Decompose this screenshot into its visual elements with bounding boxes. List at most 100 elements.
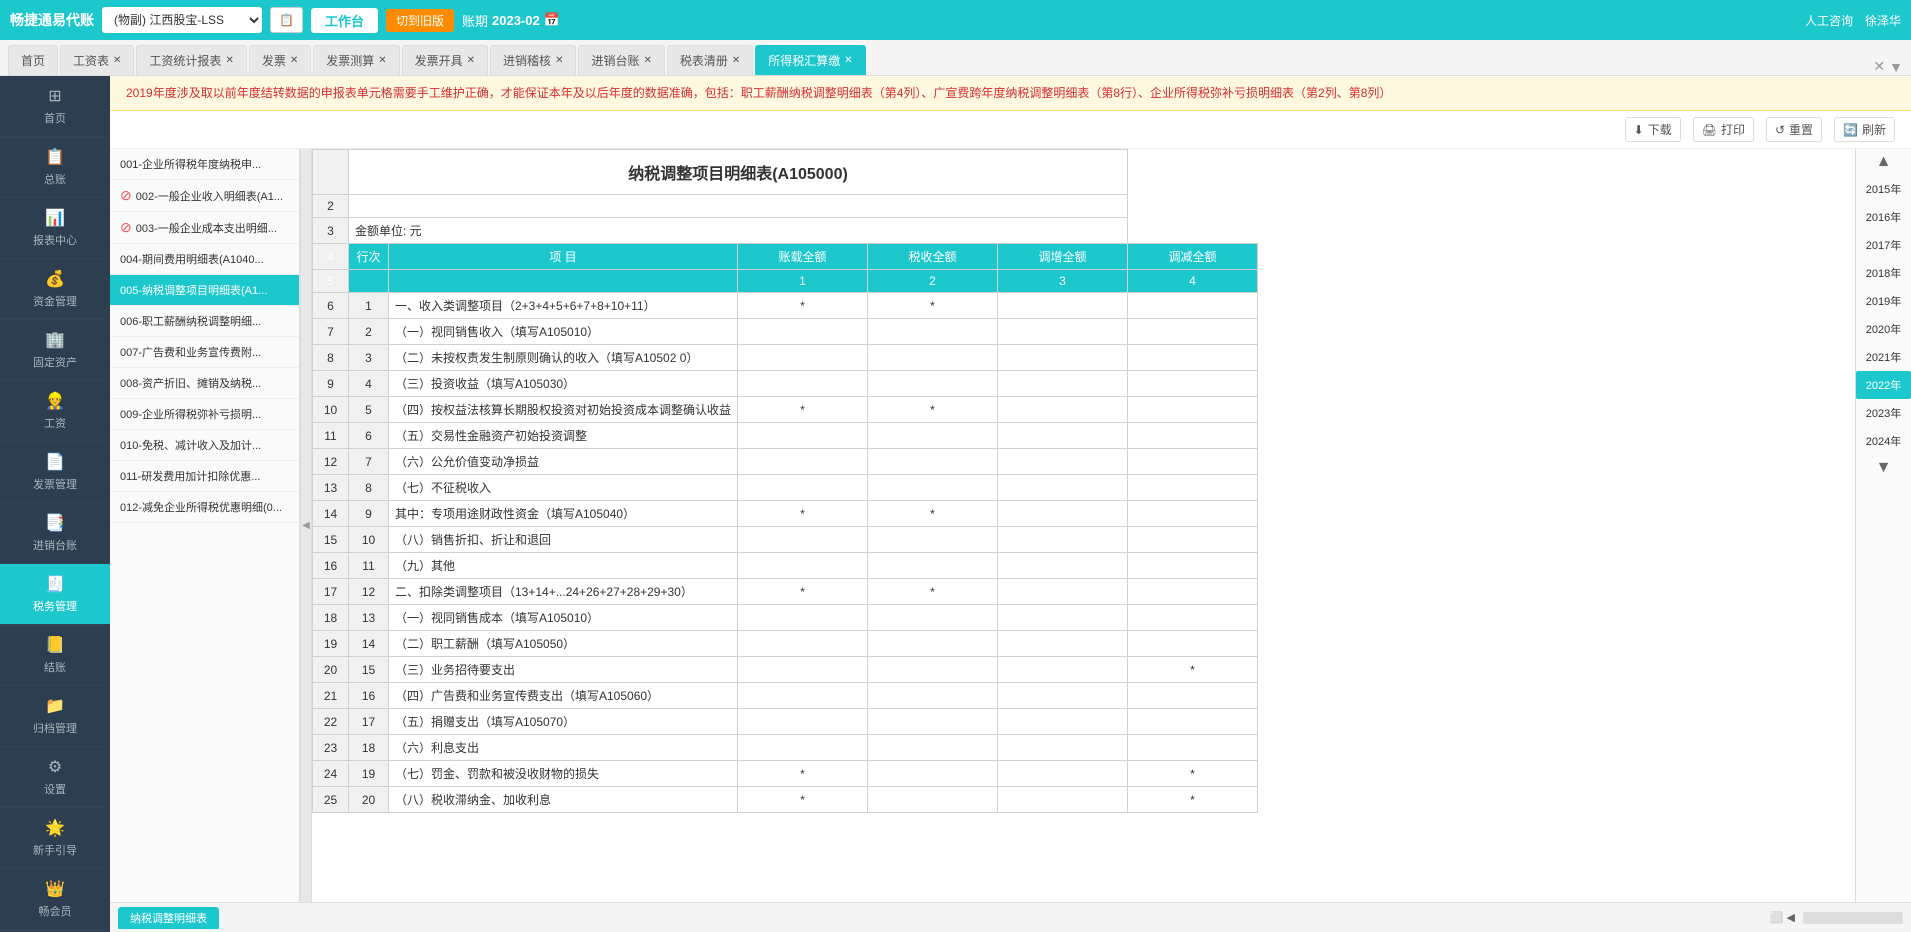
col-c-2[interactable] (738, 319, 868, 345)
col-e-17[interactable] (998, 709, 1128, 735)
sidebar-item-sales-ledger[interactable]: 📑 进销台账 (0, 503, 110, 564)
workbench-btn[interactable]: 工作台 (311, 8, 378, 33)
year-item-2016[interactable]: 2016年 (1856, 203, 1911, 231)
col-c-6[interactable] (738, 423, 868, 449)
year-item-2023[interactable]: 2023年 (1856, 399, 1911, 427)
sidebar-item-settings[interactable]: ⚙ 设置 (0, 747, 110, 808)
col-d-9[interactable]: * (868, 501, 998, 527)
col-d-3[interactable] (868, 345, 998, 371)
year-item-2018[interactable]: 2018年 (1856, 259, 1911, 287)
tab-invoice-open[interactable]: 发票开具 ✕ (402, 45, 488, 75)
col-c-3[interactable] (738, 345, 868, 371)
tab-close-all[interactable]: ✕ (1873, 58, 1885, 75)
col-d-5[interactable]: * (868, 397, 998, 423)
col-c-17[interactable] (738, 709, 868, 735)
col-f-1[interactable] (1128, 293, 1258, 319)
tab-close-payroll-stat[interactable]: ✕ (225, 55, 233, 66)
year-item-2017[interactable]: 2017年 (1856, 231, 1911, 259)
col-e-8[interactable] (998, 475, 1128, 501)
col-c-10[interactable] (738, 527, 868, 553)
col-f-2[interactable] (1128, 319, 1258, 345)
col-c-15[interactable] (738, 657, 868, 683)
year-item-2021[interactable]: 2021年 (1856, 343, 1911, 371)
col-f-3[interactable] (1128, 345, 1258, 371)
reset-btn[interactable]: ↺ 重置 (1766, 117, 1822, 142)
col-d-6[interactable] (868, 423, 998, 449)
tab-close-tax-list[interactable]: ✕ (732, 55, 740, 66)
col-f-11[interactable] (1128, 553, 1258, 579)
col-d-4[interactable] (868, 371, 998, 397)
refresh-btn[interactable]: 🔄 刷新 (1834, 117, 1895, 142)
collapse-panel-btn[interactable]: ◀ (300, 149, 312, 902)
sidebar-item-payroll[interactable]: 👷 工资 (0, 381, 110, 442)
col-d-10[interactable] (868, 527, 998, 553)
col-f-19[interactable]: * (1128, 761, 1258, 787)
tab-close-invoice[interactable]: ✕ (290, 55, 298, 66)
col-e-12[interactable] (998, 579, 1128, 605)
form-list-item-004[interactable]: 004-期间费用明细表(A1040... (110, 244, 299, 275)
col-f-10[interactable] (1128, 527, 1258, 553)
col-d-18[interactable] (868, 735, 998, 761)
col-e-2[interactable] (998, 319, 1128, 345)
form-list-item-001[interactable]: 001-企业所得税年度纳税申... (110, 149, 299, 180)
col-e-3[interactable] (998, 345, 1128, 371)
bottom-tab-main[interactable]: 纳税调整明细表 (118, 907, 219, 929)
form-list-item-008[interactable]: 008-资产折旧、摊销及纳税... (110, 368, 299, 399)
col-d-14[interactable] (868, 631, 998, 657)
col-e-16[interactable] (998, 683, 1128, 709)
scroll-handle[interactable] (1803, 912, 1903, 924)
sidebar-item-fund[interactable]: 💰 资金管理 (0, 259, 110, 320)
year-item-2024[interactable]: 2024年 (1856, 427, 1911, 455)
spreadsheet-container[interactable]: 纳税调整项目明细表(A105000) 2 3 金额单位: 元 4 (312, 149, 1855, 902)
col-c-13[interactable] (738, 605, 868, 631)
sidebar-item-home[interactable]: ⊞ 首页 (0, 76, 110, 137)
col-c-8[interactable] (738, 475, 868, 501)
col-e-10[interactable] (998, 527, 1128, 553)
col-f-20[interactable]: * (1128, 787, 1258, 813)
year-item-2022[interactable]: 2022年 (1856, 371, 1911, 399)
sidebar-item-invoice-mgr[interactable]: 📄 发票管理 (0, 442, 110, 503)
col-f-9[interactable] (1128, 501, 1258, 527)
col-f-14[interactable] (1128, 631, 1258, 657)
download-btn[interactable]: ⬇ 下载 (1625, 117, 1681, 142)
col-c-7[interactable] (738, 449, 868, 475)
col-c-14[interactable] (738, 631, 868, 657)
col-d-16[interactable] (868, 683, 998, 709)
sidebar-item-report[interactable]: 📊 报表中心 (0, 198, 110, 259)
col-e-6[interactable] (998, 423, 1128, 449)
tab-verify[interactable]: 进销稽核 ✕ (490, 45, 576, 75)
col-e-11[interactable] (998, 553, 1128, 579)
form-list-item-005[interactable]: 005-纳税调整项目明细表(A1... (110, 275, 299, 306)
form-list-item-009[interactable]: 009-企业所得税弥补亏损明... (110, 399, 299, 430)
sidebar-item-tax[interactable]: 🧾 税务管理 (0, 564, 110, 625)
col-c-9[interactable]: * (738, 501, 868, 527)
col-d-2[interactable] (868, 319, 998, 345)
tab-ledger[interactable]: 进销台账 ✕ (578, 45, 664, 75)
tab-close-invoice-open[interactable]: ✕ (467, 55, 475, 66)
col-c-4[interactable] (738, 371, 868, 397)
col-e-4[interactable] (998, 371, 1128, 397)
col-e-18[interactable] (998, 735, 1128, 761)
tab-home[interactable]: 首页 (8, 45, 58, 75)
form-list-item-006[interactable]: 006-职工薪酬纳税调整明细... (110, 306, 299, 337)
sidebar-item-guide[interactable]: 🌟 新手引导 (0, 808, 110, 869)
tab-payroll[interactable]: 工资表 ✕ (60, 45, 134, 75)
col-f-18[interactable] (1128, 735, 1258, 761)
col-c-20[interactable]: * (738, 787, 868, 813)
col-d-20[interactable] (868, 787, 998, 813)
col-c-11[interactable] (738, 553, 868, 579)
tab-close-payroll[interactable]: ✕ (113, 55, 121, 66)
col-d-13[interactable] (868, 605, 998, 631)
year-item-2020[interactable]: 2020年 (1856, 315, 1911, 343)
tab-close-ledger[interactable]: ✕ (643, 55, 651, 66)
col-f-7[interactable] (1128, 449, 1258, 475)
form-list-item-010[interactable]: 010-免税、减计收入及加计... (110, 430, 299, 461)
tab-payroll-stat[interactable]: 工资统计报表 ✕ (136, 45, 246, 75)
col-d-19[interactable] (868, 761, 998, 787)
tab-invoice[interactable]: 发票 ✕ (249, 45, 311, 75)
col-f-17[interactable] (1128, 709, 1258, 735)
sidebar-item-vip[interactable]: 👑 畅会员 (0, 869, 110, 930)
form-list-item-003[interactable]: ⊘ 003-一般企业成本支出明细... (110, 212, 299, 244)
form-list-item-002[interactable]: ⊘ 002-一般企业收入明细表(A1... (110, 180, 299, 212)
col-e-20[interactable] (998, 787, 1128, 813)
